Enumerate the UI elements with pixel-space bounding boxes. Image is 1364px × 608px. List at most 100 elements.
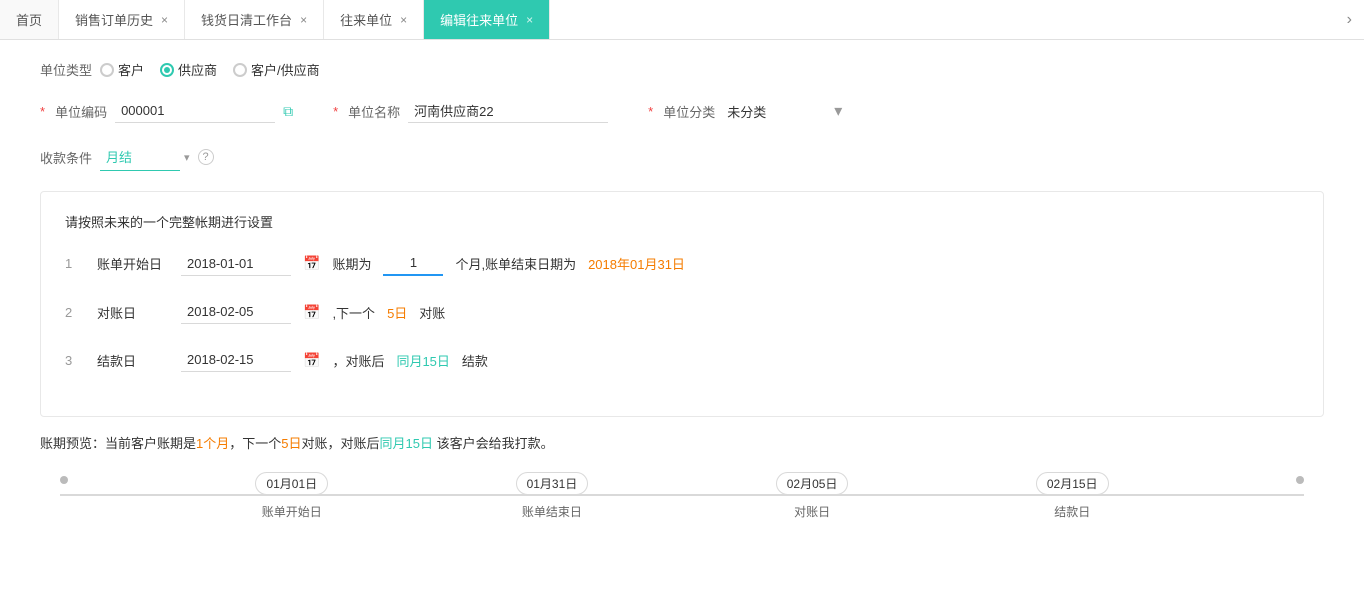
timeline-sub-3: 结款日 [1054,503,1090,520]
payment-terms-arrow: ▾ [184,151,190,164]
unit-name-label: 单位名称 [348,102,400,121]
radio-both[interactable]: 客户/供应商 [233,60,320,79]
row1-num: 1 [65,256,85,271]
row2-date-input[interactable] [181,300,291,324]
preview-part1: 1个月 [196,436,229,451]
help-icon[interactable]: ? [198,149,214,165]
radio-supplier-circle [160,63,174,77]
unit-name-input[interactable] [408,99,608,123]
payment-terms-select[interactable]: 月结 ▾ [100,143,190,171]
row3-desc-highlight: 同月15日 [396,351,449,370]
timeline-label-1: 01月31日 [516,472,589,495]
tab-cash-work[interactable]: 钱货日清工作台 × [185,0,324,39]
preview-sep1: ，下一个 [229,436,281,451]
unit-code-input[interactable] [115,99,275,123]
radio-customer[interactable]: 客户 [100,60,144,79]
row1-month-input[interactable] [383,251,443,276]
timeline-sub-1: 账单结束日 [522,503,582,520]
unit-category-field: * 单位分类 未分类 ▾ [648,101,842,121]
unit-category-dropdown-icon[interactable]: ▾ [834,101,842,121]
row1-end-date: 2018年01月31日 [588,254,685,273]
tab-bar: 首页 销售订单历史 × 钱货日清工作台 × 往来单位 × 编辑往来单位 × › [0,0,1364,40]
payment-terms-row: 收款条件 月结 ▾ ? [40,143,1324,171]
timeline-point-1: 01月01日 账单开始日 [255,472,328,520]
unit-category-star: * [648,104,653,119]
row2-calendar-icon[interactable]: 📅 [303,304,320,321]
timeline-start-end-dot [60,476,68,484]
timeline-end-dot [1296,476,1304,484]
row2-desc-pre: ,下一个 [332,303,375,322]
row3-calendar-icon[interactable]: 📅 [303,352,320,369]
row-start-date: 1 账单开始日 📅 账期为 个月,账单结束日期为 2018年01月31日 [65,251,1299,276]
unit-code-field: * 单位编码 ⧉ [40,99,293,123]
row-payment-date: 3 结款日 📅 ，对账后 同月15日 结款 [65,348,1299,372]
row3-date-input[interactable] [181,348,291,372]
timeline-sub-2: 对账日 [794,503,830,520]
row1-mid-text: 账期为 [332,254,371,273]
timeline-point-2: 01月31日 账单结束日 [516,472,589,520]
radio-both-circle [233,63,247,77]
tab-edit-partner-label: 编辑往来单位 [440,10,518,29]
unit-code-label: 单位编码 [55,102,107,121]
preview-part3: 同月15日 [380,436,433,451]
radio-customer-circle [100,63,114,77]
timeline-label-3: 02月15日 [1036,472,1109,495]
preview-suffix: 该客户会给我打款。 [433,436,554,451]
tab-home[interactable]: 首页 [0,0,59,39]
copy-icon[interactable]: ⧉ [283,103,293,120]
tab-cash-work-label: 钱货日清工作台 [201,10,292,29]
unit-type-radio-group: 客户 供应商 客户/供应商 [100,60,320,79]
period-settings-section: 请按照未来的一个完整帐期进行设置 1 账单开始日 📅 账期为 个月,账单结束日期… [40,191,1324,417]
preview-text: 账期预览：当前客户账期是1个月，下一个5日对账，对账后同月15日 该客户会给我打… [40,433,1324,452]
row3-num: 3 [65,353,85,368]
timeline-point-3: 02月05日 对账日 [776,472,849,520]
preview-part2: 5日 [281,436,301,451]
unit-category-label: 单位分类 [663,102,715,121]
unit-category-value: 未分类 [727,102,766,121]
radio-customer-label: 客户 [118,60,144,79]
timeline-point-0 [60,472,68,520]
unit-name-field: * 单位名称 [333,99,608,123]
tab-partner-units-close[interactable]: × [400,13,407,27]
payment-terms-value: 月结 [100,143,180,171]
tab-partner-units[interactable]: 往来单位 × [324,0,424,39]
row-reconcile-date: 2 对账日 📅 ,下一个 5日 对账 [65,300,1299,324]
tab-edit-partner-close[interactable]: × [526,13,533,27]
row2-desc-highlight: 5日 [387,303,407,322]
row2-label: 对账日 [97,303,169,322]
tab-sales-history-close[interactable]: × [161,13,168,27]
main-content: 单位类型 客户 供应商 客户/供应商 * 单位编码 [0,40,1364,608]
timeline-points: 01月01日 账单开始日 01月31日 账单结束日 02月05日 对账日 02月… [60,472,1304,520]
radio-supplier-label: 供应商 [178,60,217,79]
payment-terms-label: 收款条件 [40,148,92,167]
row1-date-input[interactable] [181,252,291,276]
preview-prefix: 账期预览：当前客户账期是 [40,436,196,451]
section-instruction: 请按照未来的一个完整帐期进行设置 [65,212,1299,231]
timeline-label-0: 01月01日 [255,472,328,495]
unit-code-star: * [40,104,45,119]
row1-calendar-icon[interactable]: 📅 [303,255,320,272]
payment-terms-field: 收款条件 月结 ▾ ? [40,143,214,171]
unit-type-row: 单位类型 客户 供应商 客户/供应商 [40,60,1324,79]
unit-name-star: * [333,104,338,119]
row3-desc-pre: ，对账后 [332,351,384,370]
unit-info-row: * 单位编码 ⧉ * 单位名称 * 单位分类 未分类 ▾ [40,99,1324,123]
row1-suffix: 个月,账单结束日期为 [455,254,576,273]
tab-partner-units-label: 往来单位 [340,10,392,29]
unit-type-field: 单位类型 客户 供应商 客户/供应商 [40,60,320,79]
tab-edit-partner[interactable]: 编辑往来单位 × [424,0,550,39]
unit-type-label: 单位类型 [40,60,92,79]
timeline-point-5 [1296,472,1304,520]
timeline-point-4: 02月15日 结款日 [1036,472,1109,520]
row2-desc-post: 对账 [419,303,445,322]
tab-home-label: 首页 [16,10,42,29]
radio-supplier[interactable]: 供应商 [160,60,217,79]
tab-cash-work-close[interactable]: × [300,13,307,27]
tab-sales-history-label: 销售订单历史 [75,10,153,29]
tab-more-button[interactable]: › [1335,0,1364,39]
timeline-container: 01月01日 账单开始日 01月31日 账单结束日 02月05日 对账日 02月… [40,472,1324,520]
timeline-label-2: 02月05日 [776,472,849,495]
tab-sales-history[interactable]: 销售订单历史 × [59,0,185,39]
row2-num: 2 [65,305,85,320]
timeline-sub-0: 账单开始日 [262,503,322,520]
